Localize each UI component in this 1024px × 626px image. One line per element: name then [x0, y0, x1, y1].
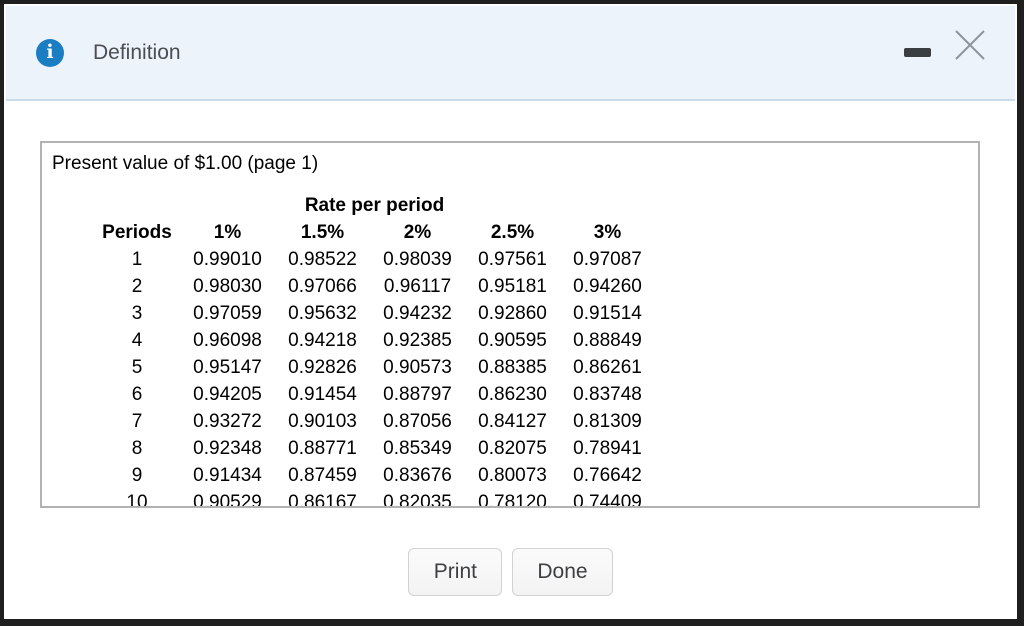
value-cell: 0.97066: [288, 276, 357, 297]
period-cell: 7: [131, 411, 143, 432]
value-cell: 0.95632: [288, 303, 357, 324]
value-cell: 0.98039: [383, 249, 452, 270]
rate-per-period-header: Rate per period: [304, 195, 445, 216]
value-cell: 0.82035: [383, 492, 452, 508]
value-cell: 0.91454: [288, 384, 357, 405]
value-cell: 0.90529: [193, 492, 262, 508]
value-cell: 0.94218: [288, 330, 357, 351]
table-group-header-row: Rate per period: [94, 192, 655, 219]
value-cell: 0.92860: [478, 303, 547, 324]
period-cell: 4: [131, 330, 143, 351]
value-cell: 0.90573: [383, 357, 452, 378]
table-row: 6 0.94205 0.91454 0.88797 0.86230 0.8374…: [94, 381, 655, 408]
present-value-table: Rate per period Periods 1% 1.5% 2% 2.5% …: [94, 192, 655, 508]
column-header-1pct: 1%: [213, 222, 242, 243]
value-cell: 0.98030: [193, 276, 262, 297]
table-header-row: Periods 1% 1.5% 2% 2.5% 3%: [94, 219, 655, 246]
period-cell: 1: [131, 249, 143, 270]
done-button[interactable]: Done: [512, 548, 613, 596]
value-cell: 0.92348: [193, 438, 262, 459]
definition-dialog: i Definition Present value of $1.00 (pag…: [0, 0, 1024, 626]
period-cell: 9: [131, 465, 143, 486]
value-cell: 0.74409: [573, 492, 642, 508]
value-cell: 0.87056: [383, 411, 452, 432]
value-cell: 0.94232: [383, 303, 452, 324]
definition-content-panel: Present value of $1.00 (page 1) Rate per…: [40, 141, 980, 508]
value-cell: 0.88771: [288, 438, 357, 459]
value-cell: 0.83748: [573, 384, 642, 405]
dialog-title: Definition: [93, 40, 181, 64]
column-header-2-5pct: 2.5%: [490, 222, 535, 243]
value-cell: 0.85349: [383, 438, 452, 459]
table-row: 2 0.98030 0.97066 0.96117 0.95181 0.9426…: [94, 273, 655, 300]
value-cell: 0.94205: [193, 384, 262, 405]
value-cell: 0.99010: [193, 249, 262, 270]
value-cell: 0.87459: [288, 465, 357, 486]
period-cell: 6: [131, 384, 143, 405]
info-icon: i: [36, 38, 64, 67]
value-cell: 0.90103: [288, 411, 357, 432]
value-cell: 0.81309: [573, 411, 642, 432]
table-row: 9 0.91434 0.87459 0.83676 0.80073 0.7664…: [94, 462, 655, 489]
value-cell: 0.97059: [193, 303, 262, 324]
value-cell: 0.86167: [288, 492, 357, 508]
period-cell: 10: [126, 492, 148, 508]
value-cell: 0.97087: [573, 249, 642, 270]
table-row: 4 0.96098 0.94218 0.92385 0.90595 0.8884…: [94, 327, 655, 354]
dialog-titlebar: i Definition: [6, 6, 1015, 101]
value-cell: 0.95181: [478, 276, 547, 297]
value-cell: 0.78120: [478, 492, 547, 508]
period-cell: 8: [131, 438, 143, 459]
value-cell: 0.92385: [383, 330, 452, 351]
value-cell: 0.91514: [573, 303, 642, 324]
period-cell: 2: [131, 276, 143, 297]
table-row-clipped: 10 0.90529 0.86167 0.82035 0.78120 0.744…: [94, 489, 655, 508]
dialog-button-row: Print Done: [6, 548, 1015, 596]
value-cell: 0.88849: [573, 330, 642, 351]
value-cell: 0.98522: [288, 249, 357, 270]
minimize-icon[interactable]: [904, 48, 931, 57]
value-cell: 0.96098: [193, 330, 262, 351]
value-cell: 0.93272: [193, 411, 262, 432]
column-header-3pct: 3%: [593, 222, 622, 243]
table-row: 3 0.97059 0.95632 0.94232 0.92860 0.9151…: [94, 300, 655, 327]
value-cell: 0.90595: [478, 330, 547, 351]
value-cell: 0.78941: [573, 438, 642, 459]
table-row: 7 0.93272 0.90103 0.87056 0.84127 0.8130…: [94, 408, 655, 435]
value-cell: 0.76642: [573, 465, 642, 486]
table-row: 8 0.92348 0.88771 0.85349 0.82075 0.7894…: [94, 435, 655, 462]
value-cell: 0.88385: [478, 357, 547, 378]
value-cell: 0.86261: [573, 357, 642, 378]
period-cell: 5: [131, 357, 143, 378]
value-cell: 0.91434: [193, 465, 262, 486]
close-icon[interactable]: [953, 28, 987, 62]
window-controls: [904, 6, 1015, 62]
table-row: 1 0.99010 0.98522 0.98039 0.97561 0.9708…: [94, 246, 655, 273]
value-cell: 0.84127: [478, 411, 547, 432]
table-row: 5 0.95147 0.92826 0.90573 0.88385 0.8626…: [94, 354, 655, 381]
value-cell: 0.95147: [193, 357, 262, 378]
panel-title: Present value of $1.00 (page 1): [52, 153, 319, 174]
value-cell: 0.80073: [478, 465, 547, 486]
value-cell: 0.92826: [288, 357, 357, 378]
value-cell: 0.96117: [383, 276, 452, 297]
period-cell: 3: [131, 303, 143, 324]
value-cell: 0.83676: [383, 465, 452, 486]
value-cell: 0.82075: [478, 438, 547, 459]
info-icon-glyph: i: [46, 41, 54, 63]
print-button[interactable]: Print: [408, 548, 503, 596]
value-cell: 0.88797: [383, 384, 452, 405]
value-cell: 0.94260: [573, 276, 642, 297]
value-cell: 0.97561: [478, 249, 547, 270]
value-cell: 0.86230: [478, 384, 547, 405]
column-header-1-5pct: 1.5%: [300, 222, 345, 243]
column-header-periods: Periods: [102, 222, 172, 243]
column-header-2pct: 2%: [403, 222, 432, 243]
